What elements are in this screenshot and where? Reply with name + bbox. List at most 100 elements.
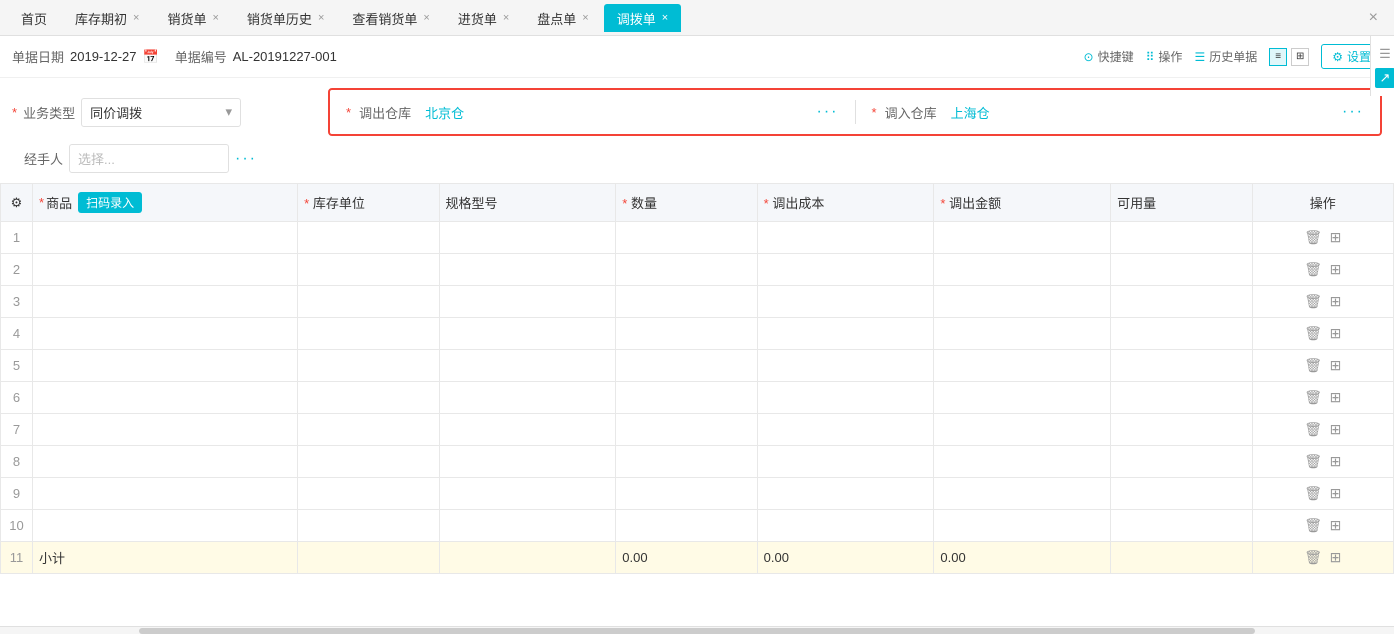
cell-unit[interactable] (298, 254, 439, 286)
cell-product[interactable] (33, 414, 298, 446)
cell-available[interactable] (1111, 350, 1252, 382)
copy-icon[interactable]: ⊞ (1330, 549, 1342, 565)
cell-unit[interactable] (298, 478, 439, 510)
cell-amount[interactable] (934, 510, 1111, 542)
tab-transfer-order[interactable]: 调拨单 × (604, 4, 681, 32)
cell-qty[interactable] (616, 350, 757, 382)
cell-cost[interactable] (757, 254, 934, 286)
delete-row-icon[interactable]: 🗑 (1304, 389, 1322, 405)
tab-inventory-count-close[interactable]: × (582, 12, 588, 24)
cell-unit[interactable] (298, 414, 439, 446)
cell-spec[interactable] (439, 414, 616, 446)
horizontal-scrollbar[interactable] (0, 626, 1394, 634)
calendar-icon[interactable]: 📅 (143, 49, 159, 65)
delete-row-icon[interactable]: 🗑 (1304, 517, 1322, 533)
cell-spec[interactable] (439, 478, 616, 510)
cell-amount[interactable] (934, 414, 1111, 446)
cell-amount[interactable] (934, 446, 1111, 478)
cell-available[interactable] (1111, 318, 1252, 350)
cell-cost[interactable] (757, 318, 934, 350)
delete-row-icon[interactable]: 🗑 (1304, 453, 1322, 469)
copy-row-icon[interactable]: ⊞ (1330, 357, 1342, 373)
sidebar-list-icon[interactable]: ☰ (1375, 44, 1394, 64)
cell-cost[interactable] (757, 222, 934, 254)
cell-spec[interactable] (439, 350, 616, 382)
cell-unit[interactable] (298, 446, 439, 478)
cell-spec[interactable] (439, 286, 616, 318)
tab-view-sales[interactable]: 查看销货单 × (339, 4, 442, 32)
cell-cost[interactable] (757, 510, 934, 542)
cell-product[interactable] (33, 254, 298, 286)
cell-spec[interactable] (439, 510, 616, 542)
cell-product[interactable] (33, 318, 298, 350)
shortcut-btn[interactable]: ⊙ 快捷键 (1084, 48, 1134, 65)
copy-row-icon[interactable]: ⊞ (1330, 517, 1342, 533)
cell-amount[interactable] (934, 350, 1111, 382)
cell-product[interactable] (33, 478, 298, 510)
delete-row-icon[interactable]: 🗑 (1304, 261, 1322, 277)
copy-row-icon[interactable]: ⊞ (1330, 229, 1342, 245)
tab-view-sales-close[interactable]: × (423, 12, 429, 24)
cell-qty[interactable] (616, 446, 757, 478)
window-close-button[interactable]: × (1361, 9, 1386, 27)
scrollbar-thumb[interactable] (139, 628, 1254, 634)
handler-dots[interactable]: ··· (235, 150, 257, 168)
cell-available[interactable] (1111, 446, 1252, 478)
tab-purchase-order-close[interactable]: × (503, 12, 509, 24)
cell-amount[interactable] (934, 254, 1111, 286)
cell-product[interactable] (33, 222, 298, 254)
cell-amount[interactable] (934, 222, 1111, 254)
cell-cost[interactable] (757, 382, 934, 414)
out-warehouse-dots[interactable]: ··· (817, 103, 839, 121)
business-type-select[interactable]: 同价调拨 ▾ (81, 98, 241, 127)
tab-home[interactable]: 首页 (8, 4, 60, 32)
cell-spec[interactable] (439, 446, 616, 478)
copy-row-icon[interactable]: ⊞ (1330, 261, 1342, 277)
cell-amount[interactable] (934, 478, 1111, 510)
cell-cost[interactable] (757, 350, 934, 382)
copy-row-icon[interactable]: ⊞ (1330, 421, 1342, 437)
cell-amount[interactable] (934, 382, 1111, 414)
cell-available[interactable] (1111, 254, 1252, 286)
cell-cost[interactable] (757, 286, 934, 318)
delete-icon[interactable]: 🗑 (1304, 549, 1322, 565)
cell-spec[interactable] (439, 382, 616, 414)
cell-unit[interactable] (298, 286, 439, 318)
sidebar-export-icon[interactable]: ↗ (1375, 68, 1394, 88)
cell-available[interactable] (1111, 382, 1252, 414)
cell-product[interactable] (33, 510, 298, 542)
cell-available[interactable] (1111, 286, 1252, 318)
tab-transfer-order-close[interactable]: × (662, 12, 668, 24)
delete-row-icon[interactable]: 🗑 (1304, 325, 1322, 341)
tab-sales-history[interactable]: 销货单历史 × (234, 4, 337, 32)
cell-qty[interactable] (616, 510, 757, 542)
delete-row-icon[interactable]: 🗑 (1304, 229, 1322, 245)
cell-unit[interactable] (298, 510, 439, 542)
tab-inventory-count[interactable]: 盘点单 × (524, 4, 601, 32)
cell-qty[interactable] (616, 382, 757, 414)
cell-available[interactable] (1111, 222, 1252, 254)
cell-available[interactable] (1111, 478, 1252, 510)
cell-available[interactable] (1111, 414, 1252, 446)
tab-sales-history-close[interactable]: × (318, 12, 324, 24)
cell-unit[interactable] (298, 382, 439, 414)
copy-row-icon[interactable]: ⊞ (1330, 325, 1342, 341)
scan-button[interactable]: 扫码录入 (78, 192, 142, 213)
col-gear[interactable]: ⚙ (1, 184, 33, 222)
tab-inventory-init[interactable]: 库存期初 × (62, 4, 152, 32)
gear-icon[interactable]: ⚙ (11, 195, 23, 210)
cell-available[interactable] (1111, 510, 1252, 542)
tab-inventory-init-close[interactable]: × (133, 12, 139, 24)
cell-spec[interactable] (439, 318, 616, 350)
cell-qty[interactable] (616, 286, 757, 318)
delete-row-icon[interactable]: 🗑 (1304, 485, 1322, 501)
operation-btn[interactable]: ⠿ 操作 (1146, 48, 1183, 65)
cell-unit[interactable] (298, 350, 439, 382)
cell-unit[interactable] (298, 318, 439, 350)
cell-qty[interactable] (616, 478, 757, 510)
cell-product[interactable] (33, 446, 298, 478)
copy-row-icon[interactable]: ⊞ (1330, 389, 1342, 405)
cell-cost[interactable] (757, 414, 934, 446)
cell-product[interactable] (33, 286, 298, 318)
cell-qty[interactable] (616, 414, 757, 446)
